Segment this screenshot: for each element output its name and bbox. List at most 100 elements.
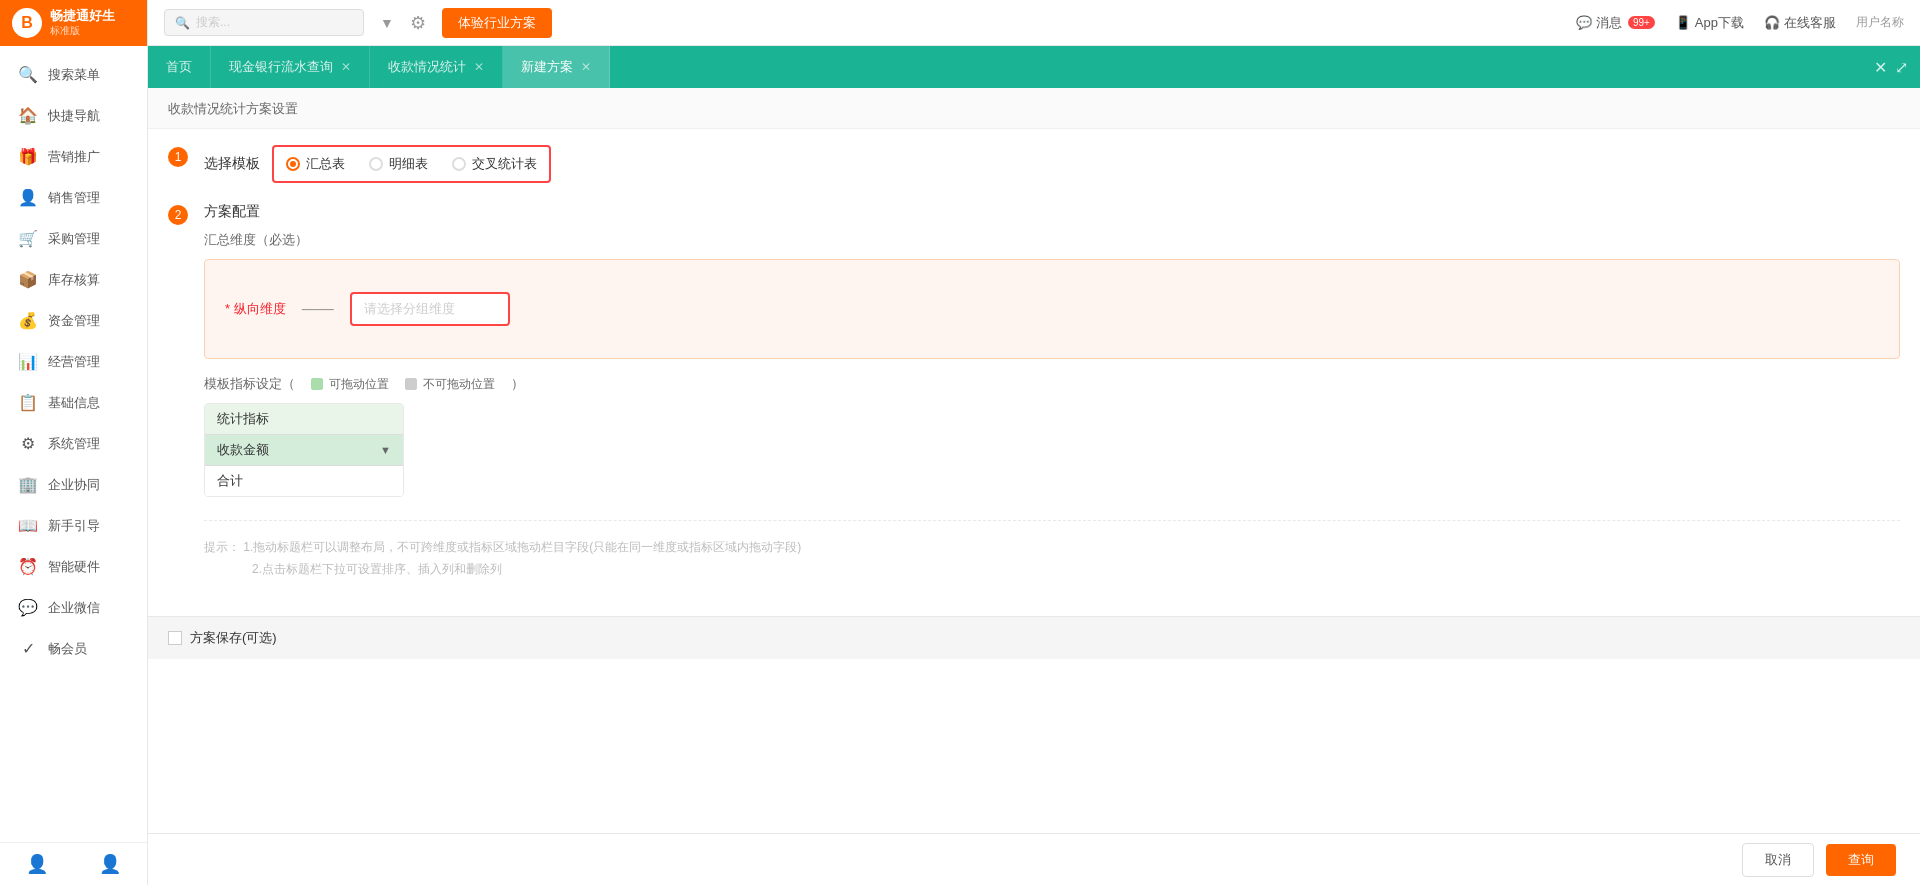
logo-text-block: 畅捷通好生 标准版: [50, 8, 115, 38]
trial-industry-button[interactable]: 体验行业方案: [442, 8, 552, 38]
tab-home[interactable]: 首页: [148, 46, 211, 88]
topbar-search-text: 搜索...: [196, 14, 230, 31]
sidebar-item-label: 快捷导航: [48, 107, 100, 125]
sidebar-bottom-user2[interactable]: 👤: [99, 853, 121, 875]
sidebar-item-guide[interactable]: 📖 新手引导: [0, 505, 147, 546]
system-icon: ⚙: [18, 434, 38, 453]
service-item[interactable]: 🎧 在线客服: [1764, 14, 1836, 32]
tab-receipts-close[interactable]: ✕: [474, 60, 484, 74]
download-label: App下载: [1695, 14, 1744, 32]
sidebar-item-search-menu[interactable]: 🔍 搜索菜单: [0, 54, 147, 95]
tab-home-label: 首页: [166, 58, 192, 76]
tips-section: 提示： 1.拖动标题栏可以调整布局，不可跨维度或指标区域拖动栏目字段(只能在同一…: [204, 520, 1900, 580]
settings-icon[interactable]: ⚙: [410, 12, 426, 34]
radio-summary-dot: [286, 157, 300, 171]
topbar-search[interactable]: 🔍 搜索...: [164, 9, 364, 36]
service-icon: 🎧: [1764, 15, 1780, 30]
tab-close-all-icon[interactable]: ✕: [1874, 58, 1887, 77]
tab-expand-icon[interactable]: ⤢: [1895, 58, 1908, 77]
radio-summary[interactable]: 汇总表: [286, 155, 345, 173]
sidebar-item-hardware[interactable]: ⏰ 智能硬件: [0, 546, 147, 587]
legend-fixed-label: 不可拖动位置: [423, 376, 495, 393]
dimension-arrow: ——: [302, 300, 334, 318]
sidebar-item-finance[interactable]: 💰 资金管理: [0, 300, 147, 341]
sidebar-item-enterprise[interactable]: 🏢 企业协同: [0, 464, 147, 505]
section2-title: 方案配置: [204, 203, 1900, 221]
sidebar-item-member[interactable]: ✓ 畅会员: [0, 628, 147, 669]
sidebar-item-basic-info[interactable]: 📋 基础信息: [0, 382, 147, 423]
metrics-header-text: 模板指标设定（: [204, 375, 295, 393]
sidebar-item-label: 企业微信: [48, 599, 100, 617]
sidebar-item-label: 资金管理: [48, 312, 100, 330]
inventory-icon: 📦: [18, 270, 38, 289]
sidebar-item-marketing[interactable]: 🎁 营销推广: [0, 136, 147, 177]
sidebar-item-label: 企业协同: [48, 476, 100, 494]
sidebar-item-label: 系统管理: [48, 435, 100, 453]
topbar-right: 💬 消息 99+ 📱 App下载 🎧 在线客服 用户名称: [1576, 14, 1904, 32]
radio-detail-dot: [369, 157, 383, 171]
sidebar-item-label: 畅会员: [48, 640, 87, 658]
wechat-icon: 💬: [18, 598, 38, 617]
tab-new-plan-close[interactable]: ✕: [581, 60, 591, 74]
tips-line1: 提示： 1.拖动标题栏可以调整布局，不可跨维度或指标区域拖动栏目字段(只能在同一…: [204, 537, 1900, 559]
metrics-row-total: 合计: [205, 466, 403, 496]
breadcrumb: 收款情况统计方案设置: [168, 101, 298, 116]
sidebar-item-purchase[interactable]: 🛒 采购管理: [0, 218, 147, 259]
sidebar-item-operation[interactable]: 📊 经营管理: [0, 341, 147, 382]
sidebar-item-sales[interactable]: 👤 销售管理: [0, 177, 147, 218]
main-area: 🔍 搜索... ▼ ⚙ 体验行业方案 💬 消息 99+ 📱 App下载 🎧 在线…: [148, 0, 1920, 885]
section2-title-text: 方案配置: [204, 203, 260, 221]
tab-receipts[interactable]: 收款情况统计 ✕: [370, 46, 503, 88]
tips-line2: 2.点击标题栏下拉可设置排序、插入列和删除列: [204, 559, 1900, 581]
logo-title: 畅捷通好生: [50, 8, 115, 24]
tab-bank-flow-close[interactable]: ✕: [341, 60, 351, 74]
notification-item[interactable]: 💬 消息 99+: [1576, 14, 1655, 32]
col-dropdown-icon[interactable]: ▼: [380, 444, 391, 456]
section1-content: 选择模板 汇总表 明细表: [204, 145, 1900, 183]
radio-cross-label: 交叉统计表: [472, 155, 537, 173]
purchase-icon: 🛒: [18, 229, 38, 248]
sidebar-item-label: 库存核算: [48, 271, 100, 289]
cancel-button[interactable]: 取消: [1742, 843, 1814, 877]
tab-bank-flow[interactable]: 现金银行流水查询 ✕: [211, 46, 370, 88]
sidebar-item-wechat[interactable]: 💬 企业微信: [0, 587, 147, 628]
query-button[interactable]: 查询: [1826, 844, 1896, 876]
save-plan-label: 方案保存(可选): [190, 629, 277, 647]
tab-receipts-label: 收款情况统计: [388, 58, 466, 76]
section2-content: 方案配置 汇总维度（必选） * 纵向维度 —— 请选择分组维度: [204, 203, 1900, 580]
save-plan-checkbox[interactable]: [168, 631, 182, 645]
bottom-bar: 取消 查询: [148, 833, 1920, 885]
user-name: 用户名称: [1856, 14, 1904, 31]
tab-new-plan[interactable]: 新建方案 ✕: [503, 46, 610, 88]
radio-detail[interactable]: 明细表: [369, 155, 428, 173]
sales-icon: 👤: [18, 188, 38, 207]
radio-cross[interactable]: 交叉统计表: [452, 155, 537, 173]
sidebar-item-label: 采购管理: [48, 230, 100, 248]
legend-fixed-dot: [405, 378, 417, 390]
template-options: 汇总表 明细表 交叉统计表: [272, 145, 551, 183]
sidebar-item-label: 基础信息: [48, 394, 100, 412]
sidebar-item-system[interactable]: ⚙ 系统管理: [0, 423, 147, 464]
download-item[interactable]: 📱 App下载: [1675, 14, 1744, 32]
sidebar-bottom-user1[interactable]: 👤: [26, 853, 48, 875]
sidebar-item-inventory[interactable]: 📦 库存核算: [0, 259, 147, 300]
vertical-label: * 纵向维度: [225, 300, 286, 318]
download-icon: 📱: [1675, 15, 1691, 30]
metrics-header: 模板指标设定（ 可拖动位置 不可拖动位置 ）: [204, 375, 1900, 393]
radio-detail-label: 明细表: [389, 155, 428, 173]
metrics-col-header[interactable]: 收款金额 ▼: [205, 435, 403, 466]
sidebar-bottom: 👤 👤: [0, 842, 147, 885]
dimension-row: * 纵向维度 —— 请选择分组维度: [225, 292, 510, 326]
sidebar-item-label: 营销推广: [48, 148, 100, 166]
metrics-header-label: 统计指标: [217, 410, 269, 428]
radio-cross-dot: [452, 157, 466, 171]
tab-new-plan-label: 新建方案: [521, 58, 573, 76]
topbar-search-icon: 🔍: [175, 16, 190, 30]
enterprise-icon: 🏢: [18, 475, 38, 494]
sidebar-item-quick-nav[interactable]: 🏠 快捷导航: [0, 95, 147, 136]
legend-draggable: 可拖动位置: [311, 376, 389, 393]
dimension-placeholder[interactable]: 请选择分组维度: [350, 292, 510, 326]
dimension-label: 汇总维度（必选）: [204, 231, 1900, 249]
topbar-dropdown-icon[interactable]: ▼: [380, 15, 394, 31]
radio-summary-label: 汇总表: [306, 155, 345, 173]
